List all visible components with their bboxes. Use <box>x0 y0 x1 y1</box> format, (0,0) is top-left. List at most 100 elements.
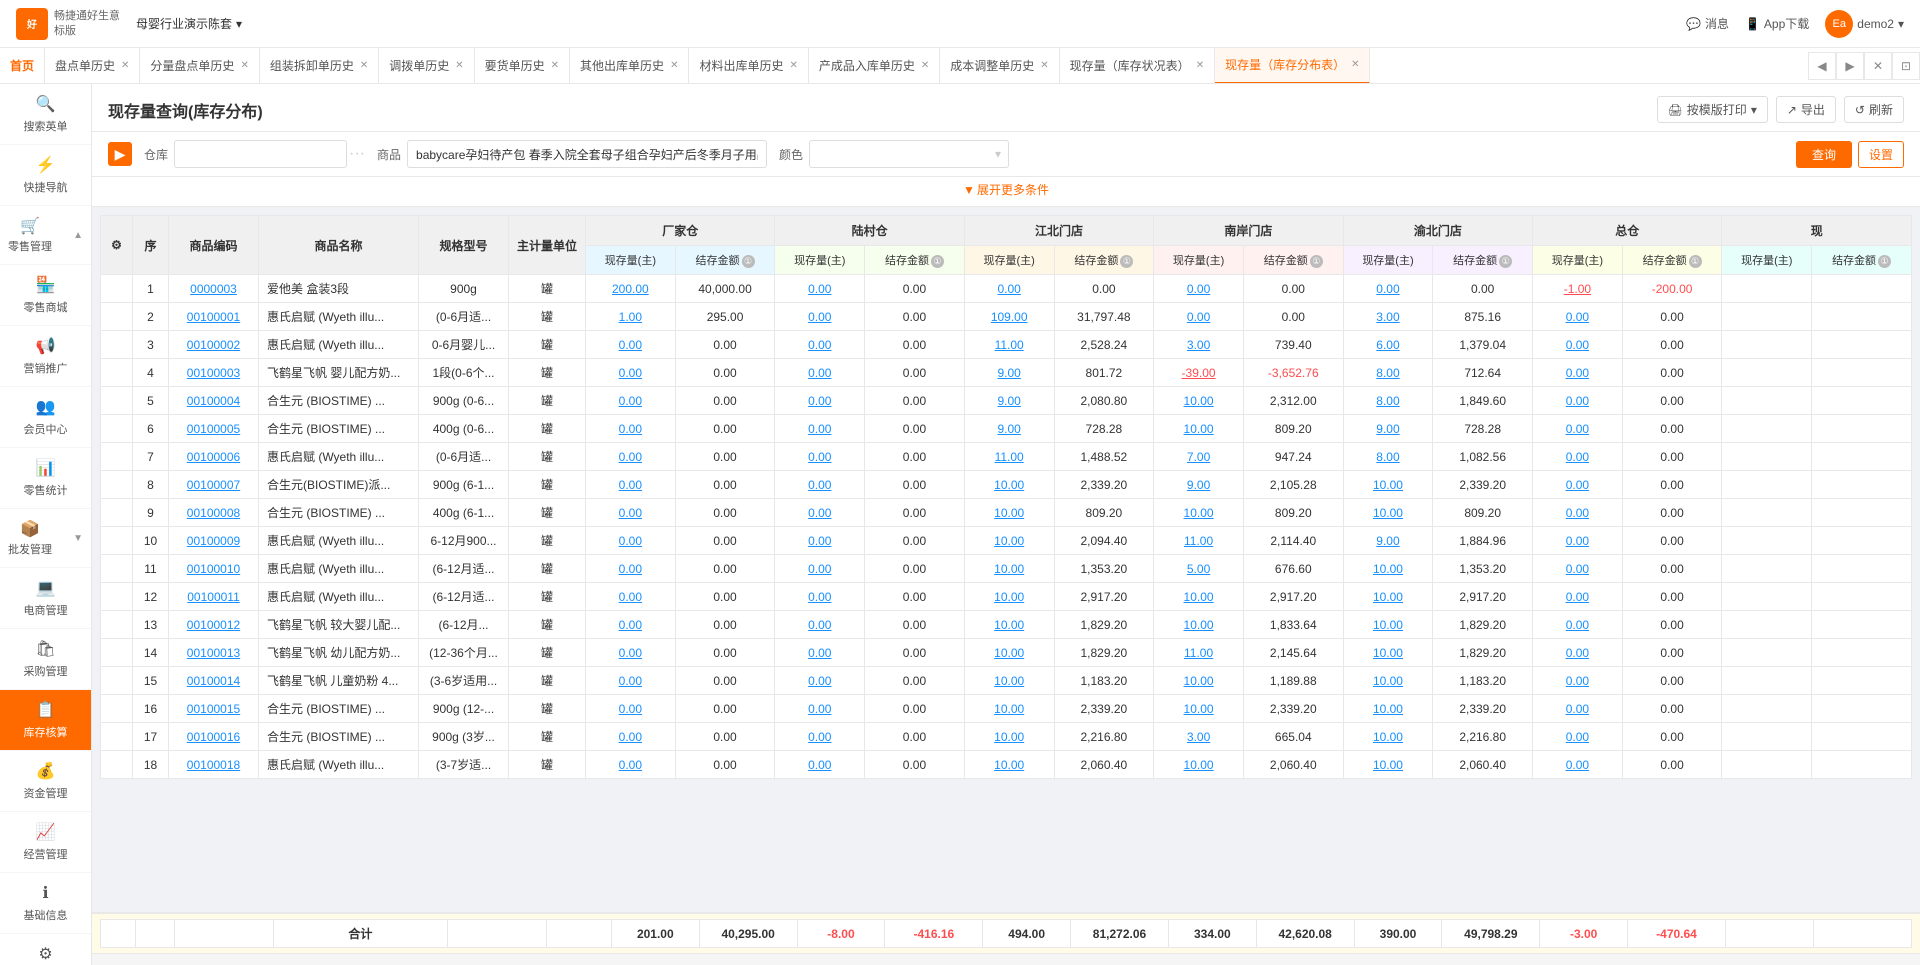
tab-prev-button[interactable]: ◀ <box>1808 52 1836 80</box>
sidebar-item-retail-stats[interactable]: 📊 零售统计 <box>0 448 91 509</box>
tab-close-icon[interactable]: ✕ <box>121 60 129 71</box>
industry-selector[interactable]: 母婴行业演示陈套 ▾ <box>136 15 242 32</box>
sidebar-item-search[interactable]: 🔍 搜索英单 <box>0 84 91 145</box>
sidebar-item-inventory[interactable]: 📋 库存核算 <box>0 690 91 751</box>
code-cell[interactable]: 00100006 <box>169 443 259 471</box>
summary-wh5-qty: 390.00 <box>1354 920 1441 948</box>
summary-row: 合计 201.00 40,295.00 -8.00 -416.16 494.00… <box>101 920 1912 948</box>
code-cell[interactable]: 00100016 <box>169 723 259 751</box>
code-cell[interactable]: 00100014 <box>169 667 259 695</box>
code-cell[interactable]: 00100012 <box>169 611 259 639</box>
tab-close-all-button[interactable]: ✕ <box>1864 52 1892 80</box>
code-cell[interactable]: 00100011 <box>169 583 259 611</box>
goods-input[interactable] <box>407 140 767 168</box>
tab-close-icon[interactable]: ✕ <box>1040 60 1048 71</box>
code-cell[interactable]: 00100001 <box>169 303 259 331</box>
user-avatar-area[interactable]: Ea demo2 ▾ <box>1825 10 1904 38</box>
code-cell[interactable]: 00100002 <box>169 331 259 359</box>
th-wh5-qty: 现存量(主) <box>1343 246 1433 275</box>
color-dropdown-icon[interactable]: ▾ <box>995 147 1001 161</box>
summary-label: 合计 <box>273 920 448 948</box>
tab-close-icon[interactable]: ✕ <box>455 60 463 71</box>
color-input[interactable] <box>809 140 1009 168</box>
dropdown-arrow-icon: ▾ <box>236 17 242 31</box>
th-wh2-amt: 结存金额① <box>865 246 965 275</box>
wh5-info-icon[interactable]: ① <box>1499 255 1512 268</box>
tab-assembly[interactable]: 组装拆卸单历史 ✕ <box>260 48 379 84</box>
expand-more-button[interactable]: ▼ 展开更多条件 <box>963 181 1049 198</box>
sidebar-item-member[interactable]: 👥 会员中心 <box>0 387 91 448</box>
code-cell[interactable]: 00100004 <box>169 387 259 415</box>
sidebar-item-retail-mgmt[interactable]: 🛒 零售管理 ▲ <box>0 206 91 265</box>
logo-icon: 好 <box>16 8 48 40</box>
sidebar-item-wholesale[interactable]: 📦 批发管理 ▼ <box>0 509 91 568</box>
code-cell[interactable]: 00100008 <box>169 499 259 527</box>
name-cell: 惠氏启赋 (Wyeth illu... <box>259 303 419 331</box>
tab-finished-inbound[interactable]: 产成品入库单历史 ✕ <box>809 48 940 84</box>
code-cell[interactable]: 00100007 <box>169 471 259 499</box>
app-download-button[interactable]: 📱 App下载 <box>1745 15 1809 32</box>
tab-next-button[interactable]: ▶ <box>1836 52 1864 80</box>
export-button[interactable]: ↗ 导出 <box>1776 96 1836 123</box>
print-button[interactable]: 🖨 按模版打印 ▾ <box>1657 96 1768 123</box>
search-button[interactable]: 查询 <box>1796 141 1852 168</box>
filter-expand-button[interactable]: ▶ <box>108 142 132 166</box>
wh4-info-icon[interactable]: ① <box>1310 255 1323 268</box>
total-info-icon[interactable]: ① <box>1689 255 1702 268</box>
tab-close-icon[interactable]: ✕ <box>670 60 678 71</box>
tab-close-icon[interactable]: ✕ <box>789 60 797 71</box>
extra-info-icon[interactable]: ① <box>1878 255 1891 268</box>
sidebar-item-ecommerce[interactable]: 💻 电商管理 <box>0 568 91 629</box>
sidebar-item-quicknav[interactable]: ⚡ 快捷导航 <box>0 145 91 206</box>
sidebar-item-retail-mall[interactable]: 🏪 零售商城 <box>0 265 91 326</box>
sidebar-item-basic-info[interactable]: ℹ 基础信息 <box>0 873 91 934</box>
code-cell[interactable]: 00100010 <box>169 555 259 583</box>
sidebar-item-marketing[interactable]: 📢 营销推广 <box>0 326 91 387</box>
name-cell: 惠氏启赋 (Wyeth illu... <box>259 331 419 359</box>
tab-portion-check[interactable]: 分量盘点单历史 ✕ <box>140 48 259 84</box>
tab-requisition[interactable]: 要货单历史 ✕ <box>475 48 570 84</box>
code-cell[interactable]: 00100018 <box>169 751 259 779</box>
name-cell: 飞鹤星飞帆 幼儿配方奶... <box>259 639 419 667</box>
sidebar-item-purchase[interactable]: 🛍 采购管理 <box>0 629 91 690</box>
tab-expand-button[interactable]: ⊡ <box>1892 52 1920 80</box>
settings-gear-icon[interactable]: ⚙ <box>111 238 122 252</box>
tab-home[interactable]: 首页 <box>0 48 45 84</box>
tab-inventory-check[interactable]: 盘点单历史 ✕ <box>45 48 140 84</box>
name-cell: 飞鹤星飞帆 婴儿配方奶... <box>259 359 419 387</box>
warehouse-input[interactable] <box>174 140 347 168</box>
code-cell[interactable]: 00100005 <box>169 415 259 443</box>
tab-stock-status[interactable]: 现存量（库存状况表） ✕ <box>1060 48 1215 84</box>
code-cell[interactable]: 00100015 <box>169 695 259 723</box>
refresh-button[interactable]: ↺ 刷新 <box>1844 96 1904 123</box>
wh1-info-icon[interactable]: ① <box>742 255 755 268</box>
tab-transfer[interactable]: 调拨单历史 ✕ <box>379 48 474 84</box>
wh2-info-icon[interactable]: ① <box>931 255 944 268</box>
message-button[interactable]: 💬 消息 <box>1686 15 1729 32</box>
tab-cost-adjust[interactable]: 成本调整单历史 ✕ <box>940 48 1059 84</box>
sidebar-item-finance[interactable]: 💰 资金管理 <box>0 751 91 812</box>
horizontal-scrollbar[interactable] <box>92 953 1920 965</box>
tab-close-icon[interactable]: ✕ <box>551 60 559 71</box>
code-cell[interactable]: 00100009 <box>169 527 259 555</box>
summary-wh1-qty: 201.00 <box>612 920 699 948</box>
code-cell[interactable]: 00100013 <box>169 639 259 667</box>
tab-material-outbound[interactable]: 材料出库单历史 ✕ <box>689 48 808 84</box>
warehouse-clear-icon[interactable]: ··· <box>349 145 365 163</box>
sidebar-item-system[interactable]: ⚙ 系统管理 <box>0 934 91 965</box>
sidebar-item-operations[interactable]: 📈 经营管理 <box>0 812 91 873</box>
tab-close-icon[interactable]: ✕ <box>240 60 248 71</box>
tab-stock-distribution[interactable]: 现存量（库存分布表） ✕ <box>1215 48 1370 84</box>
table-row: 8 00100007 合生元(BIOSTIME)派... 900g (6-1..… <box>101 471 1912 499</box>
tab-close-icon[interactable]: ✕ <box>1196 60 1204 71</box>
tab-close-icon[interactable]: ✕ <box>1351 59 1359 70</box>
inventory-table: ⚙ 序 商品编码 商品名称 规格型号 主计量单位 厂家仓 陆村仓 江北门店 南岸… <box>100 215 1912 779</box>
code-cell[interactable]: 0000003 <box>169 275 259 303</box>
tab-close-icon[interactable]: ✕ <box>921 60 929 71</box>
code-cell[interactable]: 00100003 <box>169 359 259 387</box>
wh3-info-icon[interactable]: ① <box>1120 255 1133 268</box>
tab-close-icon[interactable]: ✕ <box>360 60 368 71</box>
tab-other-outbound[interactable]: 其他出库单历史 ✕ <box>570 48 689 84</box>
expand-icon2: ▼ <box>73 533 83 544</box>
settings-button[interactable]: 设置 <box>1858 141 1904 168</box>
